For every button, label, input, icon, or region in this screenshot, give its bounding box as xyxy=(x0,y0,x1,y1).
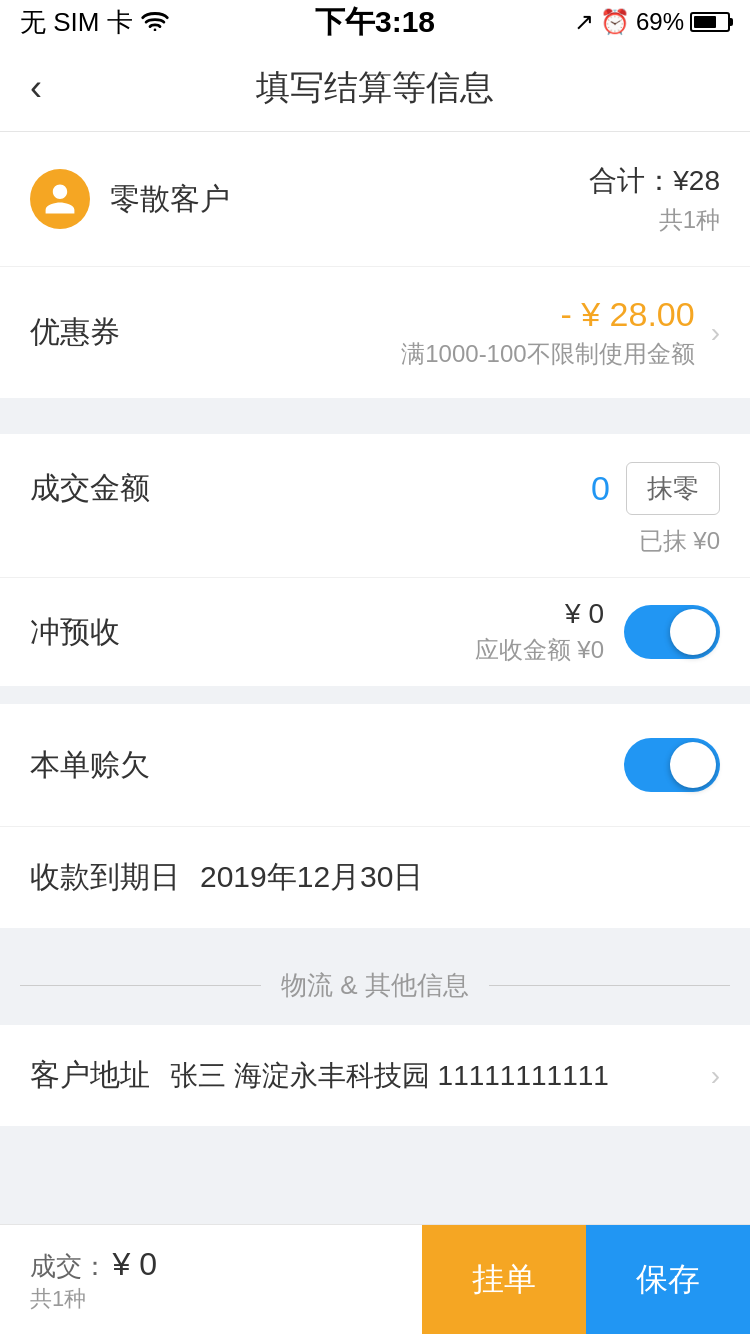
debt-label: 本单赊欠 xyxy=(30,745,150,786)
toggle-knob xyxy=(670,609,716,655)
logistics-label: 物流 & 其他信息 xyxy=(281,968,469,1003)
content-area: 零散客户 合计：¥28 共1种 优惠券 - ¥ 28.00 满1000-100不… xyxy=(0,132,750,1246)
total-count: 共1种 xyxy=(589,204,720,236)
logistics-section-header: 物流 & 其他信息 xyxy=(0,946,750,1025)
bottom-count: 共1种 xyxy=(30,1284,392,1314)
customer-row: 零散客户 合计：¥28 共1种 xyxy=(0,132,750,266)
transaction-row: 成交金额 0 抹零 xyxy=(0,434,750,525)
prepay-amounts: ¥ 0 应收金额 ¥0 xyxy=(475,598,604,666)
coupon-subtext: 满1000-100不限制使用金额 xyxy=(401,338,694,370)
debt-row: 本单赊欠 xyxy=(0,704,750,827)
round-button[interactable]: 抹零 xyxy=(626,462,720,515)
customer-avatar xyxy=(30,169,90,229)
debt-toggle[interactable] xyxy=(624,738,720,792)
transaction-value[interactable]: 0 xyxy=(591,469,610,508)
nav-bar: ‹ 填写结算等信息 xyxy=(0,44,750,132)
bottom-actions: 挂单 保存 xyxy=(422,1225,750,1334)
status-bar: 无 SIM 卡 下午3:18 ↗ ⏰ 69% xyxy=(0,0,750,44)
address-value: 张三 海淀永丰科技园 11111111111 xyxy=(170,1057,711,1095)
debt-card: 本单赊欠 收款到期日 2019年12月30日 xyxy=(0,704,750,928)
address-chevron-icon: › xyxy=(711,1060,720,1092)
coupon-right: - ¥ 28.00 满1000-100不限制使用金额 › xyxy=(401,295,720,370)
status-time: 下午3:18 xyxy=(315,2,435,43)
transaction-card: 成交金额 0 抹零 已抹 ¥0 冲预收 ¥ 0 应收金额 ¥0 xyxy=(0,434,750,686)
customer-total: 合计：¥28 共1种 xyxy=(589,162,720,236)
carrier-text: 无 SIM 卡 xyxy=(20,5,133,40)
save-button[interactable]: 保存 xyxy=(586,1225,750,1334)
bottom-label: 成交： xyxy=(30,1251,108,1281)
prepay-right: ¥ 0 应收金额 ¥0 xyxy=(475,598,720,666)
bottom-amount: ¥ 0 xyxy=(112,1246,156,1282)
bottom-summary: 成交： ¥ 0 xyxy=(30,1246,392,1284)
transaction-subtext: 已抹 ¥0 xyxy=(0,525,750,577)
divider-line-left xyxy=(20,985,261,986)
svg-point-0 xyxy=(153,28,156,30)
coupon-value: - ¥ 28.00 xyxy=(401,295,694,334)
customer-left: 零散客户 xyxy=(30,169,230,229)
section-divider-1 xyxy=(0,416,750,434)
coupon-chevron-icon: › xyxy=(711,317,720,349)
coupon-label: 优惠券 xyxy=(30,312,120,353)
bottom-bar: 成交： ¥ 0 共1种 挂单 保存 xyxy=(0,1224,750,1334)
prepay-toggle[interactable] xyxy=(624,605,720,659)
bottom-info: 成交： ¥ 0 共1种 xyxy=(0,1246,422,1314)
transaction-label: 成交金额 xyxy=(30,468,150,509)
back-button[interactable]: ‹ xyxy=(30,67,42,109)
user-icon xyxy=(42,181,78,217)
coupon-value-col: - ¥ 28.00 满1000-100不限制使用金额 xyxy=(401,295,694,370)
address-row[interactable]: 客户地址 张三 海淀永丰科技园 11111111111 › xyxy=(0,1025,750,1126)
due-date-label: 收款到期日 xyxy=(30,857,180,898)
prepay-sub-amount: 应收金额 ¥0 xyxy=(475,634,604,666)
prepay-row: 冲预收 ¥ 0 应收金额 ¥0 xyxy=(0,577,750,686)
coupon-row[interactable]: 优惠券 - ¥ 28.00 满1000-100不限制使用金额 › xyxy=(0,266,750,398)
customer-card: 零散客户 合计：¥28 共1种 优惠券 - ¥ 28.00 满1000-100不… xyxy=(0,132,750,398)
due-date-row[interactable]: 收款到期日 2019年12月30日 xyxy=(0,827,750,928)
customer-name: 零散客户 xyxy=(110,179,230,220)
prepay-label: 冲预收 xyxy=(30,612,120,653)
location-icon: ↗ xyxy=(574,8,594,36)
debt-toggle-knob xyxy=(670,742,716,788)
status-right: ↗ ⏰ 69% xyxy=(574,8,730,36)
battery-icon xyxy=(690,12,730,32)
total-amount: 合计：¥28 xyxy=(589,162,720,200)
address-label: 客户地址 xyxy=(30,1055,150,1096)
wifi-icon xyxy=(141,7,169,38)
section-divider-2 xyxy=(0,686,750,704)
transaction-input-area: 0 抹零 xyxy=(591,462,720,515)
prepay-main-amount: ¥ 0 xyxy=(475,598,604,630)
divider-line-right xyxy=(489,985,730,986)
page-title: 填写结算等信息 xyxy=(256,65,494,111)
due-date-value: 2019年12月30日 xyxy=(200,857,423,898)
status-left: 无 SIM 卡 xyxy=(20,5,169,40)
battery-percent: 69% xyxy=(636,8,684,36)
alarm-icon: ⏰ xyxy=(600,8,630,36)
hold-button[interactable]: 挂单 xyxy=(422,1225,586,1334)
